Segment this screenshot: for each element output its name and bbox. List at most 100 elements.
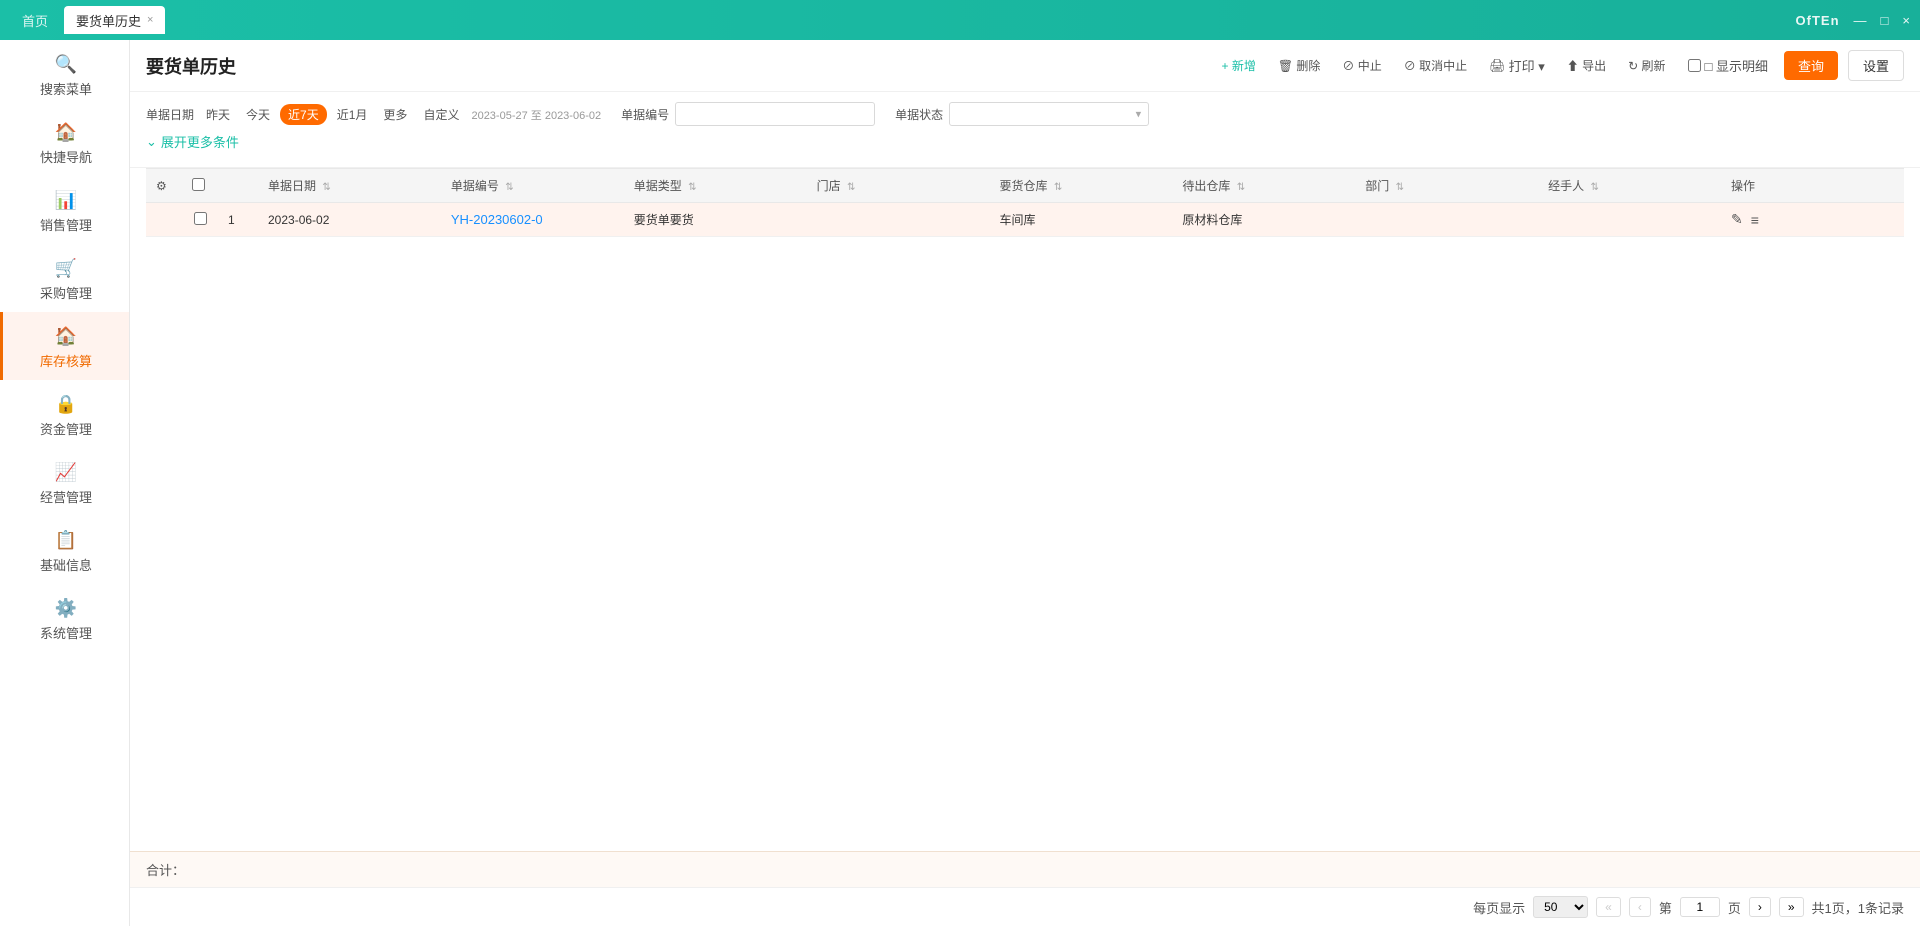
table-header-row: ⚙ 单据日期 ⇅ 单据编号 ⇅ 单据类型 ⇅ [146, 169, 1904, 203]
sidebar: 🔍 搜索菜单 🏠 快捷导航 📊 销售管理 🛒 采购管理 🏠 库存核算 🔒 资金管… [0, 40, 130, 926]
sort-req-warehouse-icon: ⇅ [1054, 182, 1062, 193]
col-handler[interactable]: 经手人 ⇅ [1538, 169, 1721, 203]
row-more-icon[interactable]: ≡ [1751, 212, 1759, 228]
purchase-icon: 🛒 [55, 258, 77, 279]
tab-requisition-history[interactable]: 要货单历史 × [64, 6, 165, 34]
row-handler [1538, 203, 1721, 237]
date-filter-label: 单据日期 [146, 106, 194, 123]
date-btn-yesterday[interactable]: 昨天 [200, 104, 236, 125]
inventory-icon: 🏠 [55, 326, 77, 347]
page-title: 要货单历史 [146, 53, 236, 79]
row-edit-icon[interactable]: ✎ [1731, 211, 1743, 228]
page-size-select[interactable]: 10 20 50 100 [1533, 896, 1588, 918]
settings-button[interactable]: 设置 [1848, 50, 1904, 81]
col-pending-warehouse[interactable]: 待出仓库 ⇅ [1172, 169, 1355, 203]
print-button[interactable]: 🖨 🖨 打印 打印 ▾ [1483, 52, 1551, 79]
next-page-btn[interactable]: › [1749, 897, 1771, 917]
date-shortcuts: 昨天 今天 近7天 近1月 更多 自定义 [200, 104, 465, 125]
row-doc-no: YH-20230602-0 [441, 203, 624, 237]
print-icon: 🖨 [1489, 58, 1506, 74]
sidebar-item-finance[interactable]: 🔒 资金管理 [0, 380, 129, 448]
row-action-group: ✎ ≡ [1731, 211, 1894, 228]
select-all-checkbox[interactable] [192, 178, 205, 191]
date-btn-custom[interactable]: 自定义 [417, 104, 465, 125]
prev-page-btn[interactable]: ‹ [1629, 897, 1651, 917]
expand-icon: ⌄ [146, 134, 157, 150]
page-label2: 页 [1728, 898, 1741, 917]
basic-info-icon: 📋 [55, 530, 77, 551]
date-btn-7days[interactable]: 近7天 [280, 104, 327, 125]
table-footer: 合计： [130, 851, 1920, 887]
col-index [218, 169, 258, 203]
search-menu-icon: 🔍 [55, 54, 77, 75]
finance-icon: 🔒 [55, 394, 77, 415]
sidebar-item-system-label: 系统管理 [40, 623, 92, 642]
sidebar-item-search-menu-label: 搜索菜单 [40, 79, 92, 98]
refresh-button[interactable]: ↻ 刷新 [1622, 53, 1671, 78]
sidebar-item-basic-info[interactable]: 📋 基础信息 [0, 516, 129, 584]
sort-store-icon: ⇅ [847, 182, 855, 193]
sidebar-item-sales-label: 销售管理 [40, 215, 92, 234]
page-input[interactable] [1680, 897, 1720, 917]
doc-no-label: 单据编号 [621, 106, 669, 123]
date-btn-more[interactable]: 更多 [377, 104, 413, 125]
query-button[interactable]: 查询 [1784, 51, 1838, 80]
minimize-btn[interactable]: — [1854, 13, 1867, 28]
display-detail-button[interactable]: □ 显示明细 [1682, 52, 1774, 79]
table-row: 1 2023-06-02 YH-20230602-0 要货单要货 车间库 原材料… [146, 203, 1904, 237]
col-settings[interactable]: ⚙ [146, 169, 182, 203]
status-filter-group: 单据状态 [895, 102, 1149, 126]
col-doc-no[interactable]: 单据编号 ⇅ [441, 169, 624, 203]
date-btn-today[interactable]: 今天 [240, 104, 276, 125]
col-doc-type[interactable]: 单据类型 ⇅ [624, 169, 807, 203]
export-button[interactable]: ⬆ 导出 [1561, 53, 1612, 78]
doc-no-link[interactable]: YH-20230602-0 [451, 212, 543, 227]
row-store [807, 203, 990, 237]
sidebar-item-inventory[interactable]: 🏠 库存核算 [0, 312, 129, 380]
sidebar-item-operations[interactable]: 📈 经营管理 [0, 448, 129, 516]
row-checkbox[interactable] [194, 212, 207, 225]
col-doc-date[interactable]: 单据日期 ⇅ [258, 169, 441, 203]
sidebar-item-system[interactable]: ⚙️ 系统管理 [0, 584, 129, 652]
first-page-btn[interactable]: « [1596, 897, 1621, 917]
maximize-btn[interactable]: □ [1881, 13, 1889, 28]
display-detail-label: □ 显示明细 [1705, 56, 1768, 75]
sidebar-item-purchase[interactable]: 🛒 采购管理 [0, 244, 129, 312]
delete-button[interactable]: 🗑 删除 [1272, 53, 1327, 78]
col-actions: 操作 [1721, 169, 1904, 203]
system-icon: ⚙️ [55, 598, 77, 619]
last-page-btn[interactable]: » [1779, 897, 1804, 917]
top-bar: 首页 要货单历史 × OfTEn — □ × [0, 0, 1920, 40]
col-req-warehouse[interactable]: 要货仓库 ⇅ [990, 169, 1173, 203]
sidebar-item-sales[interactable]: 📊 销售管理 [0, 176, 129, 244]
sort-doc-date-icon: ⇅ [322, 182, 330, 193]
doc-no-input[interactable] [675, 102, 875, 126]
main-layout: 🔍 搜索菜单 🏠 快捷导航 📊 销售管理 🛒 采购管理 🏠 库存核算 🔒 资金管… [0, 40, 1920, 926]
date-btn-1month[interactable]: 近1月 [331, 104, 374, 125]
display-detail-checkbox[interactable] [1688, 59, 1701, 72]
expand-more-btn[interactable]: ⌄ 展开更多条件 [146, 126, 1904, 157]
tab-home-label: 首页 [22, 11, 48, 30]
col-store[interactable]: 门店 ⇅ [807, 169, 990, 203]
stop-button[interactable]: ⊘ 中止 [1336, 53, 1387, 78]
status-select[interactable] [949, 102, 1149, 126]
sidebar-item-operations-label: 经营管理 [40, 487, 92, 506]
row-index: 1 [218, 203, 258, 237]
page-size-label: 每页显示 [1473, 898, 1525, 917]
sales-icon: 📊 [55, 190, 77, 211]
filter-row-1: 单据日期 昨天 今天 近7天 近1月 更多 自定义 2023-05-27 至 2… [146, 102, 1904, 126]
cancel-stop-button[interactable]: ⊘ 取消中止 [1398, 53, 1473, 78]
total-info: 共1页，1条记录 [1812, 898, 1904, 917]
tab-close-icon[interactable]: × [147, 14, 153, 26]
window-close-btn[interactable]: × [1902, 13, 1910, 28]
add-button[interactable]: + 新增 [1216, 53, 1262, 78]
col-department[interactable]: 部门 ⇅ [1355, 169, 1538, 203]
row-actions: ✎ ≡ [1721, 203, 1904, 237]
status-label: 单据状态 [895, 106, 943, 123]
sort-department-icon: ⇅ [1396, 182, 1404, 193]
sidebar-item-quick-nav[interactable]: 🏠 快捷导航 [0, 108, 129, 176]
quick-nav-icon: 🏠 [55, 122, 77, 143]
sidebar-item-search-menu[interactable]: 🔍 搜索菜单 [0, 40, 129, 108]
table-body: 1 2023-06-02 YH-20230602-0 要货单要货 车间库 原材料… [146, 203, 1904, 237]
tab-home[interactable]: 首页 [10, 6, 60, 34]
